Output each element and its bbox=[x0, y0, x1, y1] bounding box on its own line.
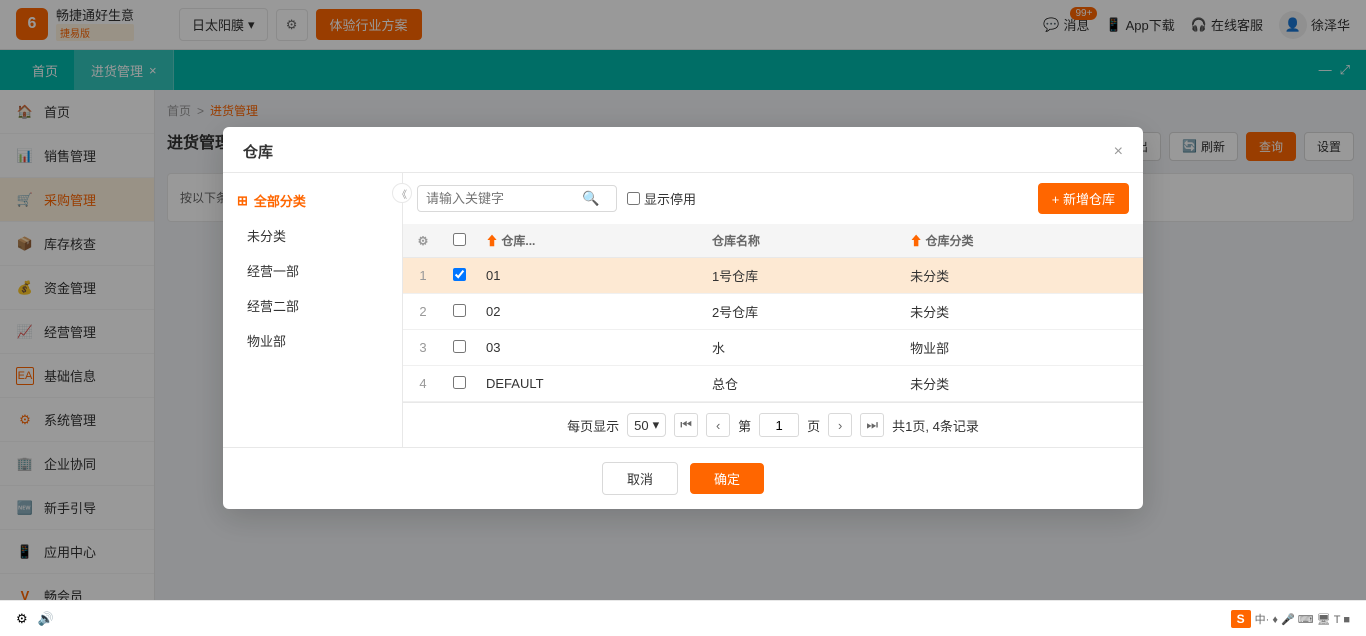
col-header-settings: ⚙ bbox=[403, 224, 443, 258]
select-all-checkbox[interactable] bbox=[453, 233, 466, 246]
table-row[interactable]: 3 03 水 物业部 bbox=[403, 330, 1143, 366]
warehouse-dialog: 仓库 × ⊞ 全部分类 未分类 经营一部 经营二部 bbox=[223, 127, 1143, 509]
col-header-code: ⬆ 仓库... bbox=[476, 224, 702, 258]
next-page-button[interactable]: › bbox=[828, 413, 852, 437]
collapse-button[interactable]: 《 bbox=[392, 183, 412, 203]
search-icon: 🔍 bbox=[582, 190, 599, 207]
row-category: 未分类 bbox=[900, 366, 1143, 402]
page-size-select[interactable]: 50 ▾ bbox=[627, 413, 666, 437]
table-row[interactable]: 1 01 1号仓库 未分类 bbox=[403, 258, 1143, 294]
next-page-icon: › bbox=[838, 418, 842, 433]
table-toolbar: 🔍 显示停用 + 新增仓库 bbox=[403, 173, 1143, 224]
dialog-footer: 取消 确定 bbox=[223, 447, 1143, 509]
row-check[interactable] bbox=[443, 330, 476, 366]
collapse-icon: 《 bbox=[397, 186, 407, 201]
confirm-button[interactable]: 确定 bbox=[690, 463, 764, 494]
page-suffix: 页 bbox=[807, 416, 820, 435]
speaker-bottom-icon[interactable]: 🔊 bbox=[38, 611, 54, 627]
category-item-3[interactable]: 物业部 bbox=[223, 323, 402, 358]
row-name: 总仓 bbox=[702, 366, 900, 402]
bottom-bar: ⚙ 🔊 S 中· ♦ 🎤 ⌨ 🖥 T ■ bbox=[0, 600, 1366, 636]
row-num: 3 bbox=[403, 330, 443, 366]
s-logo: S bbox=[1231, 610, 1251, 628]
row-checkbox[interactable] bbox=[453, 268, 466, 281]
row-checkbox[interactable] bbox=[453, 304, 466, 317]
dialog-overlay: 仓库 × ⊞ 全部分类 未分类 经营一部 经营二部 bbox=[0, 0, 1366, 636]
sort-code-icon: ⬆ bbox=[486, 234, 498, 248]
table-panel: 🔍 显示停用 + 新增仓库 ⚙ bbox=[403, 173, 1143, 447]
row-num: 4 bbox=[403, 366, 443, 402]
prev-page-icon: ‹ bbox=[716, 418, 720, 433]
row-check[interactable] bbox=[443, 294, 476, 330]
row-category: 物业部 bbox=[900, 330, 1143, 366]
row-num: 1 bbox=[403, 258, 443, 294]
grid-icon: ⊞ bbox=[237, 193, 248, 209]
dialog-body: ⊞ 全部分类 未分类 经营一部 经营二部 物业部 《 bbox=[223, 173, 1143, 447]
row-code: 01 bbox=[476, 258, 702, 294]
row-category: 未分类 bbox=[900, 258, 1143, 294]
show-disabled-checkbox[interactable] bbox=[627, 192, 640, 205]
row-code: 03 bbox=[476, 330, 702, 366]
data-table: ⚙ ⬆ 仓库... 仓库名称 bbox=[403, 224, 1143, 402]
prev-page-button[interactable]: ‹ bbox=[706, 413, 730, 437]
first-page-button[interactable]: ⏮ bbox=[674, 413, 698, 437]
sort-cat-icon: ⬆ bbox=[910, 234, 922, 248]
settings-bottom-icon[interactable]: ⚙ bbox=[16, 611, 28, 627]
page-size-label: 每页显示 bbox=[567, 416, 619, 435]
settings-col-icon: ⚙ bbox=[418, 234, 429, 248]
row-category: 未分类 bbox=[900, 294, 1143, 330]
row-name: 2号仓库 bbox=[702, 294, 900, 330]
category-item-0[interactable]: 未分类 bbox=[223, 218, 402, 253]
row-checkbox[interactable] bbox=[453, 340, 466, 353]
category-item-2[interactable]: 经营二部 bbox=[223, 288, 402, 323]
bottom-logo: S 中· ♦ 🎤 ⌨ 🖥 T ■ bbox=[1231, 610, 1350, 628]
table-header-row: ⚙ ⬆ 仓库... 仓库名称 bbox=[403, 224, 1143, 258]
row-checkbox[interactable] bbox=[453, 376, 466, 389]
search-box: 🔍 bbox=[417, 185, 617, 212]
search-input[interactable] bbox=[426, 191, 576, 206]
table-row[interactable]: 2 02 2号仓库 未分类 bbox=[403, 294, 1143, 330]
row-name: 1号仓库 bbox=[702, 258, 900, 294]
dialog-close-button[interactable]: × bbox=[1114, 143, 1123, 161]
pagination: 每页显示 50 ▾ ⏮ ‹ 第 页 › bbox=[403, 402, 1143, 447]
category-panel: ⊞ 全部分类 未分类 经营一部 经营二部 物业部 《 bbox=[223, 173, 403, 447]
col-header-check bbox=[443, 224, 476, 258]
all-category-label: 全部分类 bbox=[254, 191, 306, 210]
col-header-name: 仓库名称 bbox=[702, 224, 900, 258]
col-header-category: ⬆ 仓库分类 bbox=[900, 224, 1143, 258]
category-item-1[interactable]: 经营一部 bbox=[223, 253, 402, 288]
last-page-button[interactable]: ⏭ bbox=[860, 413, 884, 437]
row-code: DEFAULT bbox=[476, 366, 702, 402]
last-page-icon: ⏭ bbox=[866, 417, 878, 433]
dialog-header: 仓库 × bbox=[223, 127, 1143, 173]
chevron-page-icon: ▾ bbox=[653, 417, 660, 433]
page-input[interactable] bbox=[759, 413, 799, 437]
row-check[interactable] bbox=[443, 258, 476, 294]
show-disabled-label[interactable]: 显示停用 bbox=[627, 189, 696, 208]
row-check[interactable] bbox=[443, 366, 476, 402]
all-category-item[interactable]: ⊞ 全部分类 bbox=[223, 183, 402, 218]
new-warehouse-button[interactable]: + 新增仓库 bbox=[1038, 183, 1129, 214]
table-row[interactable]: 4 DEFAULT 总仓 未分类 bbox=[403, 366, 1143, 402]
first-page-icon: ⏮ bbox=[680, 417, 692, 433]
page-label: 第 bbox=[738, 416, 751, 435]
row-num: 2 bbox=[403, 294, 443, 330]
cancel-button[interactable]: 取消 bbox=[602, 462, 678, 495]
total-info: 共1页, 4条记录 bbox=[892, 416, 979, 435]
dialog-title: 仓库 bbox=[243, 141, 273, 162]
row-code: 02 bbox=[476, 294, 702, 330]
bottom-icons: 中· ♦ 🎤 ⌨ 🖥 T ■ bbox=[1255, 611, 1350, 627]
row-name: 水 bbox=[702, 330, 900, 366]
